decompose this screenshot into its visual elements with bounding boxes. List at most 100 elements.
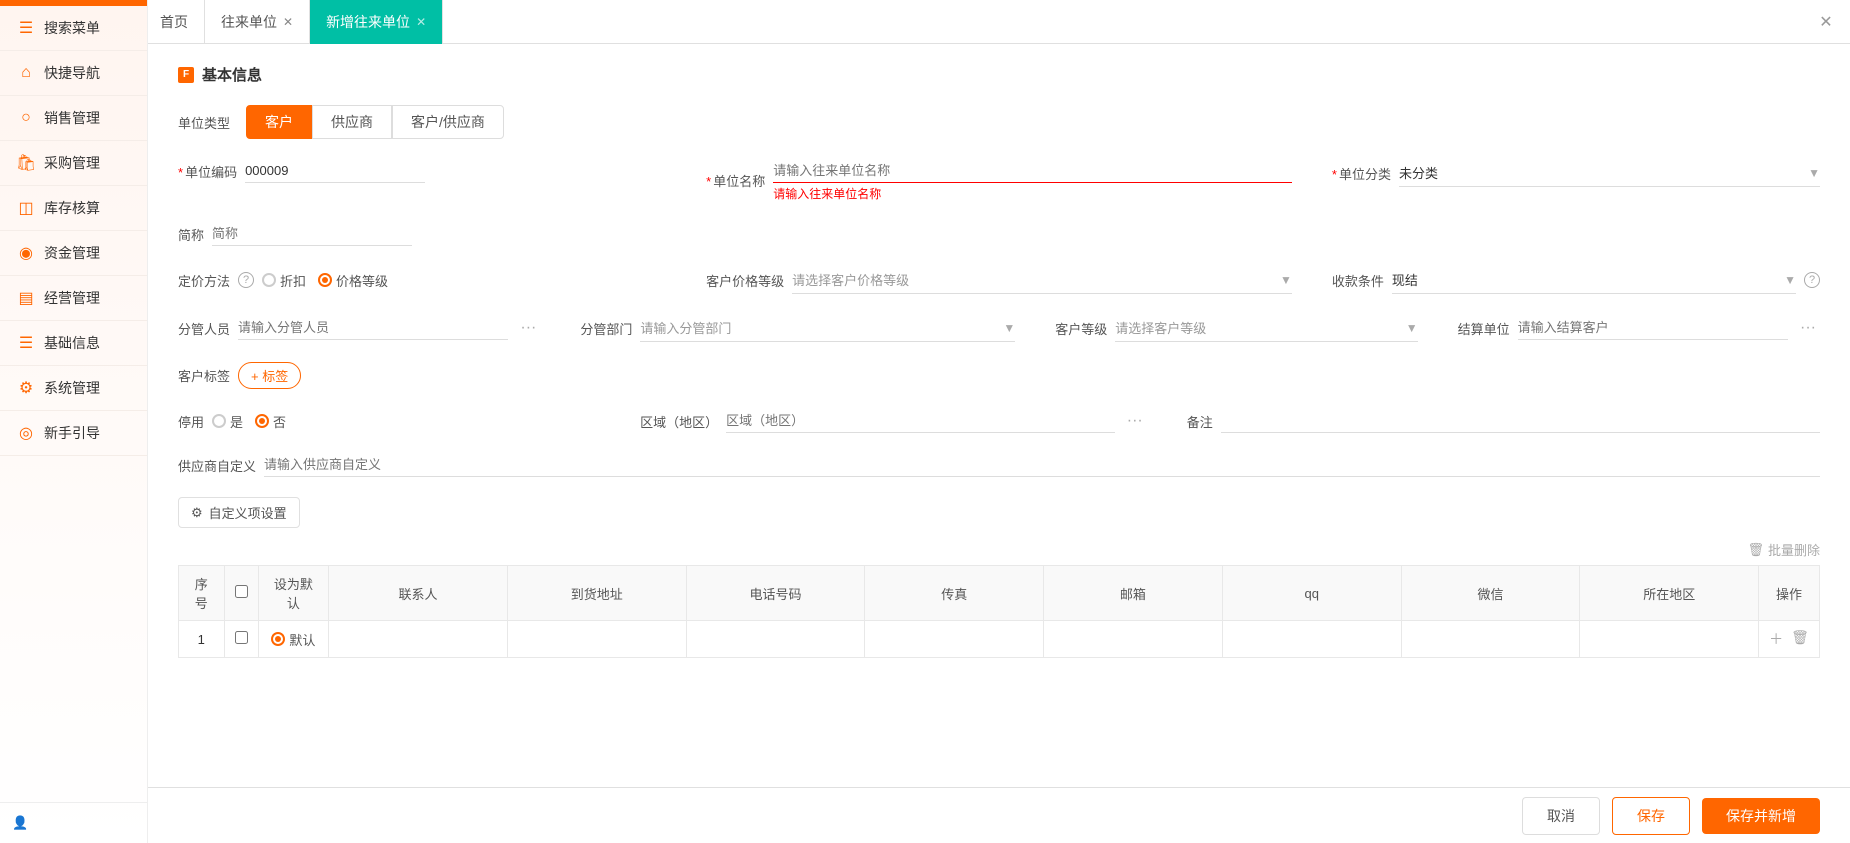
region-input[interactable] xyxy=(726,409,1115,433)
select-all-checkbox[interactable] xyxy=(235,585,248,598)
customer-price-level-select[interactable]: 请选择客户价格等级 ▼ xyxy=(792,266,1292,294)
payment-help-icon[interactable]: ? xyxy=(1804,272,1820,288)
tab-counterparty-close[interactable]: ✕ xyxy=(283,15,293,29)
sidebar-item-purchase[interactable]: 🛍 采购管理 xyxy=(0,141,147,186)
unit-type-group: 客户 供应商 客户/供应商 xyxy=(246,105,504,139)
sidebar-item-system[interactable]: ⚙ 系统管理 xyxy=(0,366,147,411)
unit-type-supplier-btn[interactable]: 供应商 xyxy=(312,105,392,139)
settlement-unit-input[interactable] xyxy=(1518,316,1788,340)
remark-label: 备注 xyxy=(1187,412,1213,431)
unit-type-customer-btn[interactable]: 客户 xyxy=(246,105,312,139)
unit-code-input[interactable] xyxy=(245,159,425,183)
tab-counterparty[interactable]: 往来单位 ✕ xyxy=(205,0,310,44)
row-region[interactable] xyxy=(1580,621,1759,658)
row-default-radio[interactable] xyxy=(271,632,285,646)
sidebar-item-finance[interactable]: ◉ 资金管理 xyxy=(0,231,147,276)
supplier-custom-field: 供应商自定义 xyxy=(178,453,1820,477)
region-label: 区域（地区） xyxy=(640,412,718,431)
disabled-no-option[interactable]: 否 xyxy=(255,412,286,431)
customer-level-select[interactable]: 请选择客户等级 ▼ xyxy=(1115,314,1417,342)
row-email-input[interactable] xyxy=(1054,632,1212,647)
unit-type-both-btn[interactable]: 客户/供应商 xyxy=(392,105,504,139)
row-fax[interactable] xyxy=(865,621,1044,658)
tab-home[interactable]: 首页 xyxy=(160,0,205,44)
tab-new-counterparty[interactable]: 新增往来单位 ✕ xyxy=(310,0,443,44)
disabled-no-label: 否 xyxy=(273,412,286,431)
disabled-yes-option[interactable]: 是 xyxy=(212,412,243,431)
pricing-level-option[interactable]: 价格等级 xyxy=(318,271,388,290)
col-action: 操作 xyxy=(1759,566,1820,621)
manager-label: 分管人员 xyxy=(178,319,230,338)
row-email[interactable] xyxy=(1044,621,1223,658)
window-close-button[interactable]: ✕ xyxy=(1814,10,1838,34)
pricing-discount-radio[interactable] xyxy=(262,273,276,287)
row-contact-input[interactable] xyxy=(339,632,497,647)
add-tag-button[interactable]: + 标签 xyxy=(238,362,301,389)
sidebar-item-label: 采购管理 xyxy=(44,153,100,173)
department-select[interactable]: 请输入分管部门 ▼ xyxy=(640,314,1015,342)
supplier-custom-input[interactable] xyxy=(264,453,1820,477)
batch-delete-button[interactable]: 🗑 批量删除 xyxy=(1747,540,1820,559)
row-region-input[interactable] xyxy=(1590,632,1748,647)
row-default-label: 默认 xyxy=(289,630,315,649)
department-placeholder: 请输入分管部门 xyxy=(640,318,731,337)
row-address[interactable] xyxy=(507,621,686,658)
row-phone-input[interactable] xyxy=(697,632,855,647)
row-address-input[interactable] xyxy=(518,632,676,647)
unit-name-input[interactable] xyxy=(773,159,1292,183)
sidebar-item-sales[interactable]: ○ 销售管理 xyxy=(0,96,147,141)
batch-delete-label: 批量删除 xyxy=(1768,540,1820,559)
abbr-input[interactable] xyxy=(212,222,412,246)
tab-bar: 首页 往来单位 ✕ 新增往来单位 ✕ ✕ xyxy=(148,0,1850,44)
unit-category-select[interactable]: 未分类 ▼ xyxy=(1399,159,1820,187)
sidebar-item-basic-info[interactable]: ☰ 基础信息 xyxy=(0,321,147,366)
row-default-radio-item[interactable]: 默认 xyxy=(269,630,319,649)
sidebar-item-operations[interactable]: ▤ 经营管理 xyxy=(0,276,147,321)
save-and-new-button[interactable]: 保存并新增 xyxy=(1702,798,1820,834)
disabled-radio-group: 是 否 xyxy=(212,412,286,431)
sidebar-item-quick-nav[interactable]: ⌂ 快捷导航 xyxy=(0,51,147,96)
customer-price-level-label: 客户价格等级 xyxy=(706,271,784,290)
pricing-help-icon[interactable]: ? xyxy=(238,272,254,288)
row-checkbox-cell[interactable] xyxy=(224,621,258,658)
section-basic-info-title: F 基本信息 xyxy=(178,64,1820,85)
row-delete-button[interactable]: 🗑 xyxy=(1791,629,1809,649)
tab-new-counterparty-close[interactable]: ✕ xyxy=(416,15,426,29)
payment-terms-select[interactable]: 现结 ▼ xyxy=(1392,266,1796,294)
row-qq[interactable] xyxy=(1222,621,1401,658)
manager-more-icon[interactable]: ··· xyxy=(516,319,540,337)
settlement-unit-field: 结算单位 ··· xyxy=(1458,316,1820,340)
manager-input[interactable] xyxy=(238,316,508,340)
remark-input[interactable] xyxy=(1221,409,1820,433)
row-wechat-input[interactable] xyxy=(1412,632,1570,647)
sidebar-item-search-menu[interactable]: ☰ 搜索菜单 xyxy=(0,6,147,51)
sidebar-item-guide[interactable]: ◎ 新手引导 xyxy=(0,411,147,456)
pricing-discount-label: 折扣 xyxy=(280,271,306,290)
row-checkbox[interactable] xyxy=(235,631,248,644)
payment-terms-field: 收款条件 现结 ▼ ? xyxy=(1332,266,1820,294)
settlement-unit-more-icon[interactable]: ··· xyxy=(1796,319,1820,337)
cancel-button[interactable]: 取消 xyxy=(1522,797,1600,835)
tab-counterparty-label: 往来单位 xyxy=(221,12,277,32)
remark-field: 备注 xyxy=(1187,409,1820,433)
customer-tag-field: 客户标签 + 标签 xyxy=(178,362,1820,389)
search-menu-icon: ☰ xyxy=(16,18,36,38)
save-button[interactable]: 保存 xyxy=(1612,797,1690,835)
quick-nav-icon: ⌂ xyxy=(16,63,36,83)
sidebar-item-inventory[interactable]: ◫ 库存核算 xyxy=(0,186,147,231)
disabled-yes-radio[interactable] xyxy=(212,414,226,428)
contact-table-section: 🗑 批量删除 序号 设为默认 联系人 到货地址 电话号码 传真 xyxy=(178,540,1820,658)
region-more-icon[interactable]: ··· xyxy=(1123,412,1147,430)
row-contact[interactable] xyxy=(329,621,508,658)
row-fax-input[interactable] xyxy=(875,632,1033,647)
row-wechat[interactable] xyxy=(1401,621,1580,658)
pricing-discount-option[interactable]: 折扣 xyxy=(262,271,306,290)
row-add-button[interactable]: ＋ xyxy=(1769,629,1783,649)
row-phone[interactable] xyxy=(686,621,865,658)
disabled-no-radio[interactable] xyxy=(255,414,269,428)
custom-settings-button[interactable]: ⚙ 自定义项设置 xyxy=(178,497,300,528)
unit-type-row: 单位类型 客户 供应商 客户/供应商 xyxy=(178,105,1820,139)
row-qq-input[interactable] xyxy=(1233,632,1391,647)
col-checkbox[interactable] xyxy=(224,566,258,621)
pricing-level-radio[interactable] xyxy=(318,273,332,287)
